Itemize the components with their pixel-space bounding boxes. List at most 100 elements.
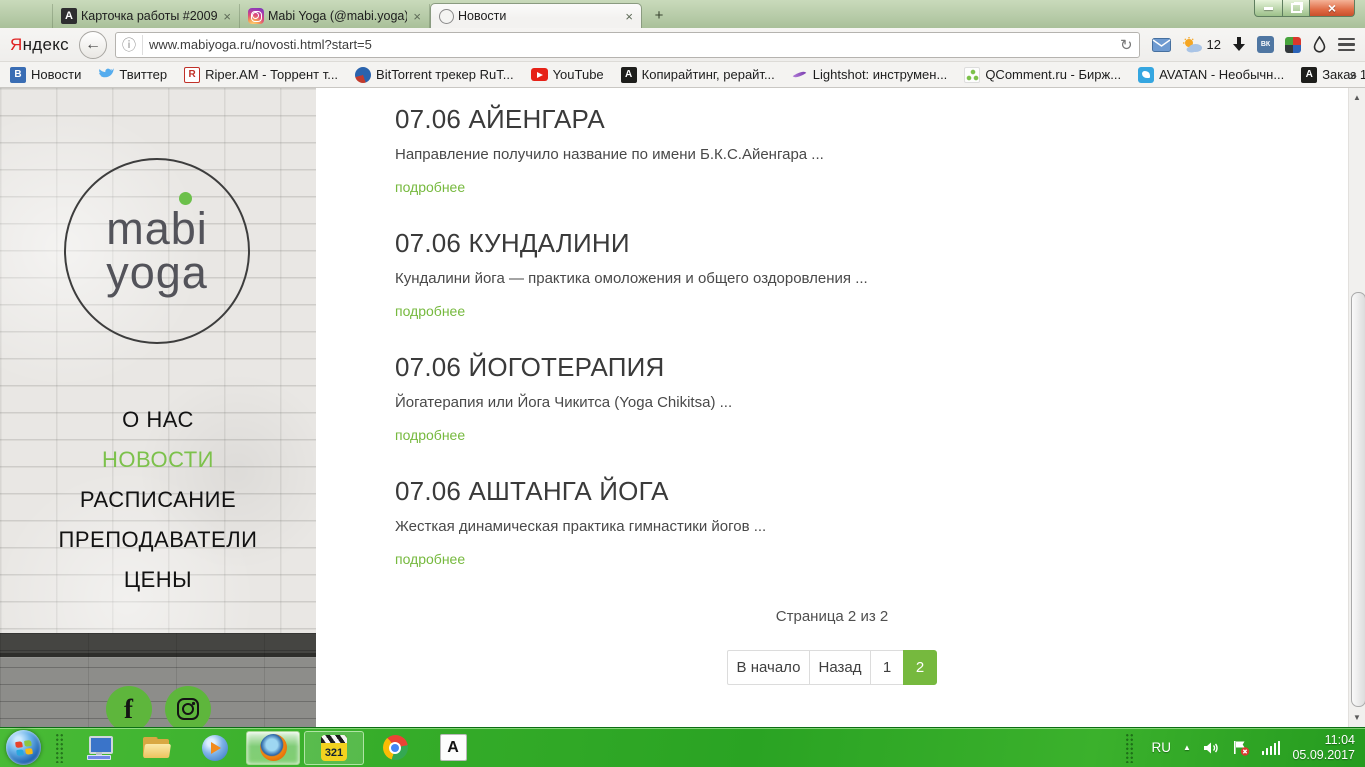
instagram-icon <box>248 8 264 24</box>
read-more-link[interactable]: подробнее <box>395 179 465 195</box>
minimize-button[interactable] <box>1254 0 1283 17</box>
new-tab-button[interactable]: + <box>646 6 672 26</box>
news-title[interactable]: 07.06 АШТАНГА ЙОГА <box>395 476 1348 507</box>
windows-flag-icon <box>14 739 33 756</box>
language-indicator[interactable]: RU <box>1152 740 1172 755</box>
facebook-icon[interactable]: f <box>105 686 152 727</box>
scroll-down-icon[interactable]: ▼ <box>1349 713 1365 722</box>
site-logo[interactable]: mabi yoga <box>64 158 250 344</box>
pagination-page-2-button[interactable]: 2 <box>903 650 937 685</box>
mpc-button[interactable]: 321 <box>304 730 364 765</box>
mpc-icon: 321 <box>321 734 347 761</box>
author24-icon: A <box>61 8 77 24</box>
document-app-button[interactable]: A <box>426 731 480 765</box>
weather-icon[interactable]: 12 <box>1182 36 1221 53</box>
navigation-toolbar: Яндекс ← ⓘ www.mabiyoga.ru/novosti.html?… <box>0 28 1365 62</box>
action-center-flag-icon[interactable] <box>1232 740 1250 756</box>
bookmark-rutracker[interactable]: BitTorrent трекер RuT... <box>355 66 514 83</box>
qcomment-icon <box>964 66 981 83</box>
read-more-link[interactable]: подробнее <box>395 427 465 443</box>
sidebar-item-raspisanie[interactable]: РАСПИСАНИЕ <box>0 480 316 520</box>
drop-extension-icon[interactable] <box>1312 36 1327 53</box>
tab-close-icon[interactable]: × <box>221 10 233 23</box>
screen: A Карточка работы #20097636 × Mabi Yoga … <box>0 0 1365 767</box>
tray-expand-icon[interactable]: ▲ <box>1183 743 1191 752</box>
scroll-up-icon[interactable]: ▲ <box>1349 93 1365 102</box>
bookmark-lightshot[interactable]: Lightshot: инструмен... <box>792 67 947 83</box>
news-b-icon: В <box>10 66 26 83</box>
browser-window: A Карточка работы #20097636 × Mabi Yoga … <box>0 0 1365 727</box>
sidebar-item-prepodavateli[interactable]: ПРЕПОДАВАТЕЛИ <box>0 520 316 560</box>
explorer-button[interactable] <box>130 731 184 765</box>
pagination-first-button[interactable]: В начало <box>727 650 810 685</box>
maximize-button[interactable] <box>1283 0 1310 17</box>
window-controls: × <box>1254 0 1355 17</box>
tab-bar: A Карточка работы #20097636 × Mabi Yoga … <box>0 0 1365 28</box>
back-button[interactable]: ← <box>78 30 107 59</box>
bookmark-twitter[interactable]: Твиттер <box>98 67 167 83</box>
pagination-prev-button[interactable]: Назад <box>809 650 871 685</box>
instagram-icon[interactable] <box>164 686 211 727</box>
maximize-icon <box>1290 3 1302 13</box>
url-bar[interactable]: ⓘ www.mabiyoga.ru/novosti.html?start=5 ↻ <box>114 31 1140 58</box>
remote-desktop-button[interactable] <box>72 731 126 765</box>
sidebar-item-o-nas[interactable]: О НАС <box>0 400 316 440</box>
bookmark-youtube[interactable]: YouTube <box>530 67 604 82</box>
news-excerpt: Жесткая динамическая практика гимнастики… <box>395 518 767 535</box>
logo-green-dot <box>179 192 192 205</box>
read-more-link[interactable]: подробнее <box>395 303 465 319</box>
tab-instagram[interactable]: Mabi Yoga (@mabi.yoga) • Ф × <box>240 4 430 28</box>
news-title[interactable]: 07.06 ЙОГОТЕРАПИЯ <box>395 352 1348 383</box>
vk-icon[interactable]: ВК <box>1257 36 1274 53</box>
bookmark-avatan[interactable]: AVATAN - Необычн... <box>1138 66 1284 83</box>
scrollbar[interactable]: ▲ ▼ <box>1348 88 1365 727</box>
read-more-link[interactable]: подробнее <box>395 551 465 567</box>
tab-novosti-active[interactable]: Новости × <box>430 3 642 28</box>
close-window-button[interactable]: × <box>1310 0 1355 17</box>
bookmarks-overflow-chevron[interactable]: » <box>1349 67 1357 83</box>
computer-icon <box>86 735 113 760</box>
lightshot-feather-icon <box>792 67 808 83</box>
bookmark-novosti[interactable]: В Новости <box>10 66 81 83</box>
pagination-label: Страница 2 из 2 <box>775 608 889 625</box>
menu-icon[interactable] <box>1338 37 1355 52</box>
yandex-logo[interactable]: Яндекс <box>10 35 69 55</box>
twitter-bird-icon <box>98 67 115 83</box>
sidebar-item-novosti[interactable]: НОВОСТИ <box>0 440 316 480</box>
minimize-icon <box>1264 6 1273 10</box>
taskbar-grip <box>55 732 64 763</box>
page-viewport: mabi yoga О НАС НОВОСТИ РАСПИСАНИЕ ПРЕПОД… <box>0 88 1365 727</box>
site-info-icon[interactable]: ⓘ <box>122 34 143 55</box>
news-excerpt: Кундалини йога — практика омоложения и о… <box>395 270 868 287</box>
download-icon[interactable] <box>1232 37 1246 52</box>
logo-text: mabi yoga <box>106 202 208 298</box>
start-button[interactable] <box>6 730 41 765</box>
rgb-extension-icon[interactable] <box>1285 36 1301 53</box>
sidebar-item-tseny[interactable]: ЦЕНЫ <box>0 560 316 600</box>
bookmark-riper[interactable]: R Riper.AM - Торрент т... <box>184 66 338 83</box>
tab-title: Новости <box>458 9 507 23</box>
news-item: 07.06 АЙЕНГАРА Направление получило назв… <box>395 104 1348 197</box>
tab-close-icon[interactable]: × <box>623 10 635 23</box>
news-title[interactable]: 07.06 АЙЕНГАРА <box>395 104 1348 135</box>
taskbar-clock[interactable]: 11:04 05.09.2017 <box>1292 733 1355 763</box>
media-player-button[interactable] <box>188 731 242 765</box>
mail-icon[interactable] <box>1151 37 1171 52</box>
volume-icon[interactable] <box>1203 741 1220 755</box>
url-text: www.mabiyoga.ru/novosti.html?start=5 <box>148 37 372 52</box>
pagination: Страница 2 из 2 В начало Назад 1 2 <box>316 608 1348 685</box>
tab-kartochka-raboty[interactable]: A Карточка работы #20097636 × <box>52 4 240 28</box>
tab-close-icon[interactable]: × <box>411 10 423 23</box>
chrome-button[interactable] <box>368 731 422 765</box>
reload-icon[interactable]: ↻ <box>1120 36 1133 54</box>
pagination-buttons: В начало Назад 1 2 <box>727 650 937 685</box>
scrollbar-thumb[interactable] <box>1350 292 1365 707</box>
bookmark-qcomment[interactable]: QComment.ru - Бирж... <box>964 66 1121 83</box>
pagination-page-1-button[interactable]: 1 <box>870 650 904 685</box>
rutracker-icon <box>355 66 372 83</box>
firefox-icon <box>259 734 287 761</box>
news-title[interactable]: 07.06 КУНДАЛИНИ <box>395 228 1348 259</box>
network-signal-icon[interactable] <box>1261 740 1281 755</box>
firefox-button[interactable] <box>246 730 300 765</box>
bookmark-kopirayting[interactable]: A Копирайтинг, рерайт... <box>620 66 775 83</box>
